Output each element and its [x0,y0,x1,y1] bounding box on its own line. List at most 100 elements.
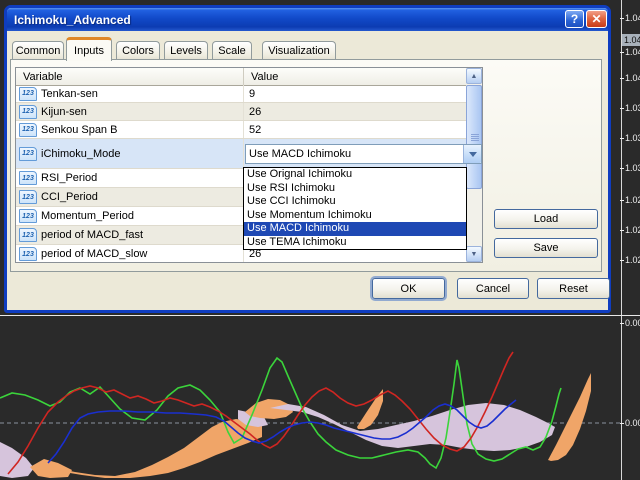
tab-colors[interactable]: Colors [116,41,160,60]
price-axis-label: 1.04 [620,72,640,84]
price-axis-label: 1.03 [620,102,640,114]
price-value: 1.04 [625,47,640,57]
tab-inputs[interactable]: Inputs [66,37,112,61]
variable-name: Tenkan-sen [41,88,98,100]
price-axis-label: 1.03 [620,162,640,174]
numeric-parameter-icon: 123 [19,123,37,137]
save-button[interactable]: Save [494,238,598,258]
ichimoku-mode-combobox[interactable]: Use MACD Ichimoku [245,144,482,164]
axis-tick [620,168,624,169]
column-header-value[interactable]: Value [244,68,482,85]
table-row[interactable]: 123 Tenkan-sen 9 [16,85,466,103]
reset-button[interactable]: Reset [537,278,610,299]
variable-name: CCI_Period [41,191,98,203]
numeric-parameter-icon: 123 [19,209,37,223]
numeric-parameter-icon: 123 [19,190,37,204]
price-axis-label: 1.02 [620,194,640,206]
numeric-parameter-icon: 123 [19,247,37,261]
variable-name: iChimoku_Mode [41,148,120,160]
scroll-up-button[interactable]: ▲ [466,68,482,84]
ichimoku-mode-dropdown-list: Use Orignal Ichimoku Use RSI Ichimoku Us… [243,167,467,250]
orange-wedge-right [548,373,591,461]
price-value: 1.03 [625,103,640,113]
price-value: 1.03 [625,133,640,143]
thumb-grip-icon [471,134,479,142]
indicator-scale-top-label: 0.00 [620,317,640,329]
price-value: 1.03 [625,163,640,173]
axis-tick [620,78,624,79]
pane-resize-handle[interactable] [0,315,640,316]
variable-name: period of MACD_fast [41,229,143,241]
price-value: 0.00 [625,318,640,328]
price-axis-label: 1.03 [620,132,640,144]
dropdown-option[interactable]: Use Orignal Ichimoku [244,168,466,182]
tab-levels[interactable]: Levels [164,41,208,60]
thistle-cloud-left [0,442,34,478]
axis-tick [620,260,624,261]
orange-cloud-left [30,459,72,478]
zero-level-label: 0.00 [620,417,640,429]
chevron-down-icon [469,152,477,157]
table-row[interactable]: 123 Senkou Span B 52 [16,121,466,139]
dropdown-option[interactable]: Use RSI Ichimoku [244,182,466,196]
price-axis-label: 1.04 [620,12,640,24]
dialog-title: Ichimoku_Advanced [7,13,131,27]
table-row[interactable]: 123 Kijun-sen 26 [16,103,466,121]
dropdown-option[interactable]: Use CCI Ichimoku [244,195,466,209]
scroll-down-button[interactable]: ▼ [466,246,482,262]
variable-name: Kijun-sen [41,106,87,118]
mt4-chart-window: 1.04 1.04 1.04 1.04 1.03 1.03 1.03 1.02 … [0,0,640,480]
tab-visualization[interactable]: Visualization [262,41,336,60]
current-price-badge: 1.04 [622,34,640,46]
numeric-parameter-icon: 123 [19,147,37,161]
numeric-parameter-icon: 123 [19,171,37,185]
help-button[interactable]: ? [565,10,584,28]
axis-tick [620,230,624,231]
tab-scale[interactable]: Scale [212,41,252,60]
axis-tick [620,18,624,19]
scrollbar-thumb[interactable] [466,85,482,189]
column-header-variable[interactable]: Variable [16,68,244,85]
price-axis-label: 1.04 [620,46,640,58]
numeric-parameter-icon: 123 [19,87,37,101]
variable-name: Senkou Span B [41,124,117,136]
axis-tick [620,108,624,109]
axis-tick [620,423,624,424]
price-axis-label: 1.02 [620,254,640,266]
price-value: 1.04 [624,35,640,45]
tab-common[interactable]: Common [12,41,64,60]
dropdown-option-highlighted[interactable]: Use MACD Ichimoku [244,222,466,236]
price-axis-label: 1.02 [620,224,640,236]
ok-button[interactable]: OK [372,278,445,299]
numeric-parameter-icon: 123 [19,105,37,119]
arrow-up-icon: ▲ [471,73,478,80]
cancel-button[interactable]: Cancel [457,278,529,299]
axis-tick [620,323,624,324]
price-value: 1.02 [625,225,640,235]
price-value: 1.02 [625,195,640,205]
dropdown-option[interactable]: Use Momentum Ichimoku [244,209,466,223]
dropdown-option[interactable]: Use TEMA Ichimoku [244,236,466,250]
price-value: 0.00 [625,418,640,428]
price-value: 1.04 [625,13,640,23]
variable-name: period of MACD_slow [41,248,147,260]
axis-tick [620,200,624,201]
variable-name: Momentum_Period [41,210,134,222]
load-button[interactable]: Load [494,209,598,229]
arrow-down-icon: ▼ [471,251,478,258]
axis-tick [620,138,624,139]
variable-value[interactable]: 52 [244,121,466,138]
dropdown-arrow-button[interactable] [463,145,481,163]
price-value: 1.02 [625,255,640,265]
dialog-titlebar[interactable]: Ichimoku_Advanced [7,8,608,31]
variable-value[interactable]: 9 [244,85,466,102]
indicator-properties-dialog: Ichimoku_Advanced ? ✕ Common Inputs Colo… [4,5,611,313]
variable-name: RSI_Period [41,172,97,184]
combobox-value: Use MACD Ichimoku [246,148,463,160]
variable-value[interactable]: 26 [244,103,466,120]
table-header: Variable Value [16,68,482,86]
table-scrollbar[interactable]: ▲ ▼ [466,68,482,262]
numeric-parameter-icon: 123 [19,228,37,242]
close-button[interactable]: ✕ [586,10,607,28]
axis-tick [620,52,624,53]
